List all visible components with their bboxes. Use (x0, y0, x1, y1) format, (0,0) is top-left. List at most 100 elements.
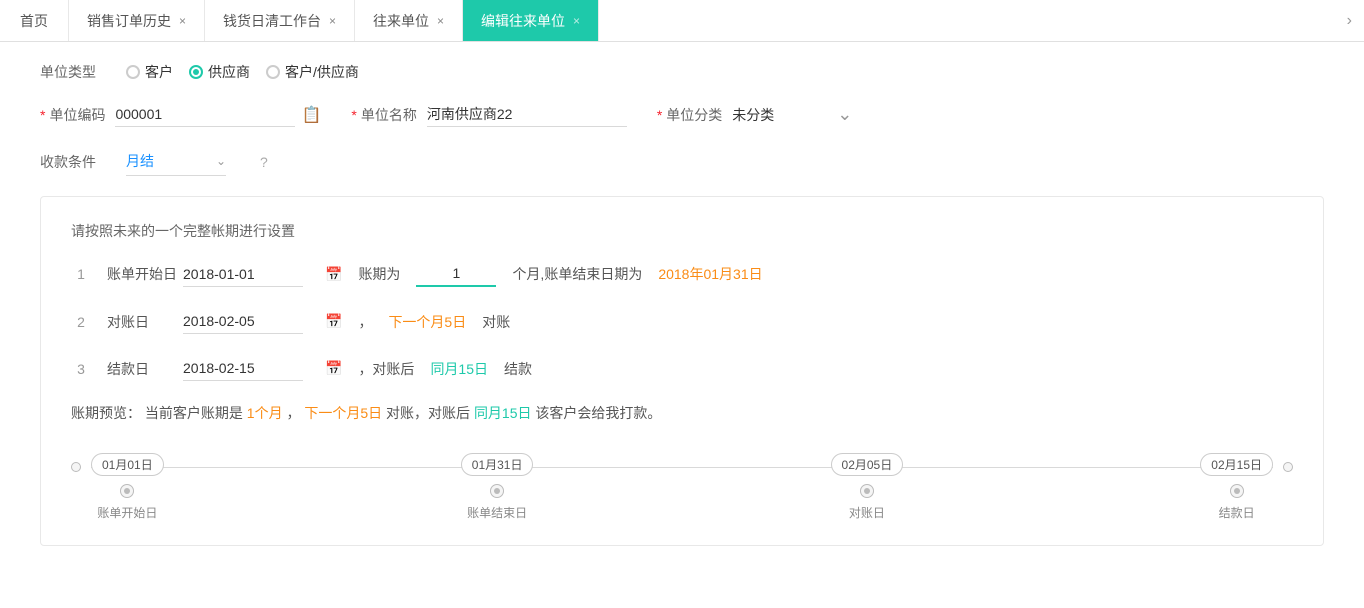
timeline-left-dot (71, 462, 81, 472)
timeline-dot-inner-2 (864, 488, 870, 494)
unit-category-dropdown[interactable]: 未分类 ⌄ (732, 104, 852, 125)
tab-partner-units[interactable]: 往来单位 × (355, 0, 463, 41)
unit-code-label: *单位编码 (40, 105, 105, 125)
timeline-dot-inner-0 (124, 488, 130, 494)
unit-category-field: *单位分类 未分类 ⌄ (657, 104, 852, 125)
unit-info-row: *单位编码 📋 *单位名称 *单位分类 未分类 ⌄ (40, 102, 1324, 127)
radio-customer-label: 客户 (145, 62, 173, 82)
preview-text-4: 该客户会给我打款。 (535, 405, 661, 421)
timeline-dot-1 (490, 484, 504, 498)
preview-label: 账期预览： (71, 405, 141, 421)
timeline-desc-1: 账单结束日 (467, 504, 527, 521)
payment-terms-dropdown[interactable]: 月结 ⌄ (126, 147, 226, 176)
row-3-date-input[interactable] (183, 356, 303, 381)
timeline-right-dot (1283, 462, 1293, 472)
tab-bar: 首页 销售订单历史 × 钱货日清工作台 × 往来单位 × 编辑往来单位 × › (0, 0, 1364, 42)
unit-code-field: *单位编码 📋 (40, 102, 321, 127)
timeline-label-0: 01月01日 (91, 453, 164, 476)
unit-name-field: *单位名称 (351, 102, 626, 127)
preview-text-block: 账期预览： 当前客户账期是 1个月 ， 下一个月5日 对账，对账后 同月15日 … (71, 403, 1293, 423)
row-3-calendar-icon[interactable]: 📅 (325, 360, 342, 377)
row-2-num: 2 (71, 314, 91, 330)
row-1-num: 1 (71, 266, 91, 282)
unit-name-label: *单位名称 (351, 105, 416, 125)
row-2-calendar-icon[interactable]: 📅 (325, 313, 342, 330)
timeline-label-2: 02月05日 (831, 453, 904, 476)
tab-arrow-icon[interactable]: › (1335, 12, 1364, 30)
radio-customer-supplier-label: 客户/供应商 (285, 62, 359, 82)
close-edit-partner-icon[interactable]: × (573, 15, 580, 27)
timeline-desc-0: 账单开始日 (97, 504, 157, 521)
row-2-prefix-text: ， (358, 312, 372, 332)
row-3-suffix: 结款 (504, 359, 532, 379)
unit-type-row: 单位类型 客户 供应商 客户/供应商 (40, 62, 1324, 82)
tab-edit-partner-label: 编辑往来单位 (481, 11, 565, 31)
timeline-label-1: 01月31日 (461, 453, 534, 476)
close-sales-order-history-icon[interactable]: × (179, 15, 186, 27)
preview-highlight1: 1个月 (247, 405, 283, 421)
payment-terms-row: 收款条件 月结 ⌄ ? (40, 147, 1324, 176)
unit-category-required-star: * (657, 107, 662, 123)
unit-code-input-wrapper: 📋 (115, 102, 321, 127)
payment-terms-help-icon[interactable]: ? (260, 154, 268, 170)
row-2-highlight: 下一个月5日 (388, 312, 466, 332)
row-1-calendar-icon[interactable]: 📅 (325, 266, 342, 283)
tab-partner-units-label: 往来单位 (373, 11, 429, 31)
radio-customer[interactable]: 客户 (126, 62, 173, 82)
payment-terms-arrow-icon: ⌄ (216, 154, 226, 168)
tab-home[interactable]: 首页 (0, 0, 69, 41)
unit-category-label: *单位分类 (657, 105, 722, 125)
close-partner-units-icon[interactable]: × (437, 15, 444, 27)
payment-terms-value: 月结 (126, 151, 210, 171)
close-cash-work-icon[interactable]: × (329, 15, 336, 27)
setting-row-3: 3 结款日 📅 ，对账后 同月15日 结款 (71, 356, 1293, 381)
timeline-dot-3 (1230, 484, 1244, 498)
tab-cash-work[interactable]: 钱货日清工作台 × (205, 0, 355, 41)
timeline-dot-2 (860, 484, 874, 498)
tab-home-label: 首页 (20, 11, 48, 31)
radio-supplier[interactable]: 供应商 (189, 62, 250, 82)
timeline-points: 01月01日 账单开始日 01月31日 账单结束日 02月05日 (91, 453, 1273, 521)
unit-code-input[interactable] (115, 102, 295, 127)
radio-supplier-circle (189, 65, 203, 79)
unit-type-label: 单位类型 (40, 62, 96, 82)
timeline-point-1: 01月31日 账单结束日 (461, 453, 534, 521)
setting-row-1: 1 账单开始日 📅 账期为 个月,账单结束日期为 2018年01月31日 (71, 261, 1293, 287)
timeline-label-3: 02月15日 (1200, 453, 1273, 476)
unit-name-input[interactable] (427, 102, 627, 127)
preview-text-3: 对账，对账后 (386, 405, 470, 421)
radio-customer-supplier-circle (266, 65, 280, 79)
row-1-months-input[interactable] (416, 261, 496, 287)
timeline-point-2: 02月05日 对账日 (831, 453, 904, 521)
settings-panel: 请按照未来的一个完整帐期进行设置 1 账单开始日 📅 账期为 个月,账单结束日期… (40, 196, 1324, 546)
radio-customer-supplier[interactable]: 客户/供应商 (266, 62, 359, 82)
row-3-field-label: 结款日 (107, 359, 167, 379)
unit-code-calendar-icon[interactable]: 📋 (301, 105, 321, 125)
timeline-dot-inner-1 (494, 488, 500, 494)
row-1-end-date: 2018年01月31日 (658, 264, 762, 284)
unit-type-radio-group: 客户 供应商 客户/供应商 (126, 62, 359, 82)
row-2-field-label: 对账日 (107, 312, 167, 332)
tab-sales-order-history-label: 销售订单历史 (87, 11, 171, 31)
preview-text-1: 当前客户账期是 (145, 405, 243, 421)
row-1-field-label: 账单开始日 (107, 264, 167, 284)
row-3-highlight: 同月15日 (430, 359, 488, 379)
timeline-dot-0 (120, 484, 134, 498)
radio-customer-circle (126, 65, 140, 79)
radio-supplier-label: 供应商 (208, 62, 250, 82)
timeline-point-0: 01月01日 账单开始日 (91, 453, 164, 521)
tab-edit-partner[interactable]: 编辑往来单位 × (463, 0, 599, 41)
row-2-suffix: 对账 (482, 312, 510, 332)
row-1-suffix-before: 账期为 (358, 264, 400, 284)
timeline-wrapper: 01月01日 账单开始日 01月31日 账单结束日 02月05日 (71, 453, 1293, 521)
page-content: 单位类型 客户 供应商 客户/供应商 *单位编码 📋 (0, 42, 1364, 608)
unit-name-input-wrapper (427, 102, 627, 127)
timeline-desc-3: 结款日 (1219, 504, 1255, 521)
row-2-date-input[interactable] (183, 309, 303, 334)
timeline-desc-2: 对账日 (849, 504, 885, 521)
row-1-date-input[interactable] (183, 262, 303, 287)
setting-row-2: 2 对账日 📅 ， 下一个月5日 对账 (71, 309, 1293, 334)
unit-name-required-star: * (351, 107, 356, 123)
tab-sales-order-history[interactable]: 销售订单历史 × (69, 0, 205, 41)
panel-description: 请按照未来的一个完整帐期进行设置 (71, 221, 1293, 241)
